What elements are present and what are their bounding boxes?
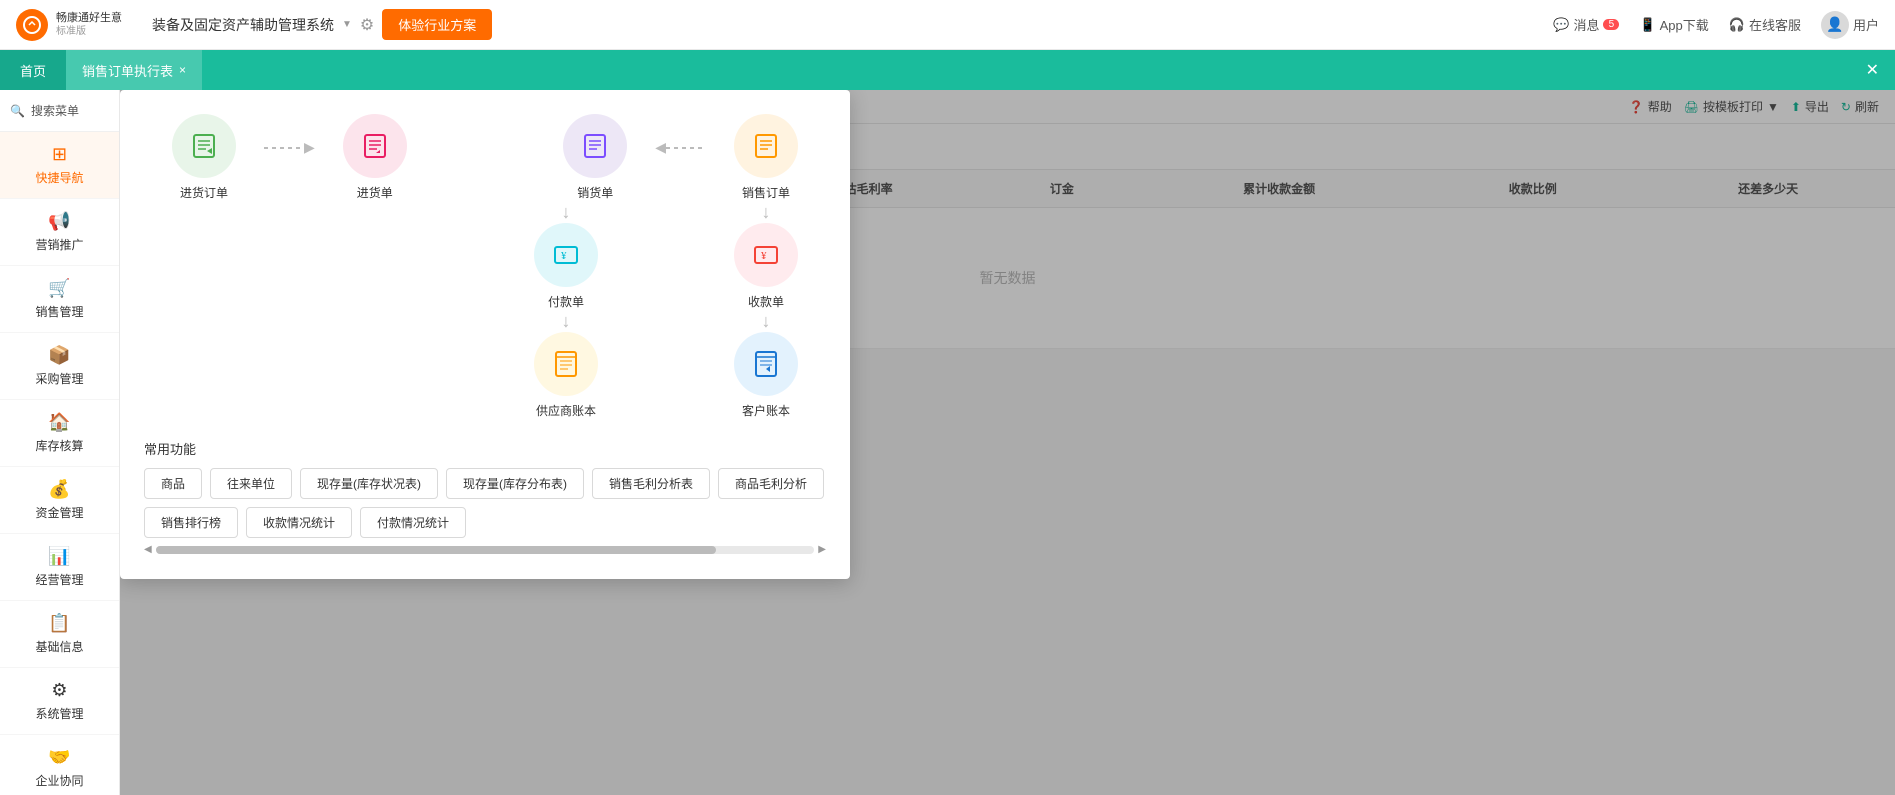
quick-nav-icon: ⊞	[52, 144, 67, 165]
modal-dialog: 进货订单 ▶ 进货单	[120, 90, 850, 579]
sidebar-item-inventory[interactable]: 🏠 库存核算	[0, 400, 119, 467]
svg-text:¥: ¥	[761, 250, 767, 262]
flow-item-sales-order: 销售订单	[706, 114, 826, 201]
flow-item-customer-ledger: 客户账本	[706, 332, 826, 419]
finance-icon: 💰	[48, 479, 70, 500]
sidebar-item-sales[interactable]: 🛒 销售管理	[0, 266, 119, 333]
flow-item-receipt: ¥ 收款单	[706, 223, 826, 310]
flow-item-purchase-bill: 进货单	[315, 114, 435, 201]
flow-section: 进货订单 ▶ 进货单	[144, 114, 826, 419]
sidebar-item-purchase[interactable]: 📦 采购管理	[0, 333, 119, 400]
sidebar-item-finance[interactable]: 💰 资金管理	[0, 467, 119, 534]
modal-overlay[interactable]: 进货订单 ▶ 进货单	[120, 90, 1895, 795]
tab-close-icon[interactable]: ×	[179, 63, 186, 77]
gear-icon[interactable]: ⚙	[360, 15, 374, 35]
business-icon: 📊	[48, 546, 70, 567]
common-btn-receipt-stats[interactable]: 收款情况统计	[246, 507, 352, 538]
common-btn-sales-rank[interactable]: 销售排行榜	[144, 507, 238, 538]
purchase-icon: 📦	[48, 345, 70, 366]
common-btn-partner[interactable]: 往来单位	[210, 468, 292, 499]
common-functions-section: 常用功能 商品 往来单位 现存量(库存状况表) 现存量(库存分布表) 销售毛利分…	[144, 439, 826, 538]
customer-ledger-circle[interactable]	[734, 332, 798, 396]
marketing-icon: 📢	[48, 211, 70, 232]
arrow-purchase-order-to-bill: ▶	[264, 139, 315, 176]
basic-icon: 📋	[48, 613, 70, 634]
sales-order-circle[interactable]	[734, 114, 798, 178]
phone-icon: 📱	[1639, 17, 1655, 33]
trial-button[interactable]: 体验行业方案	[382, 9, 492, 40]
svg-text:¥: ¥	[561, 250, 567, 262]
payment-circle[interactable]: ¥	[534, 223, 598, 287]
logo-icon	[16, 9, 48, 41]
user-action[interactable]: 👤 用户	[1821, 11, 1879, 39]
scroll-right-icon[interactable]: ▶	[818, 544, 826, 555]
sales-icon: 🛒	[48, 278, 70, 299]
common-buttons-row2: 销售排行榜 收款情况统计 付款情况统计	[144, 507, 826, 538]
sidebar-item-basic[interactable]: 📋 基础信息	[0, 601, 119, 668]
system-title-area: 装备及固定资产辅助管理系统 ▼ ⚙ 体验行业方案	[136, 9, 1553, 40]
search-icon: 🔍	[10, 104, 25, 118]
logo-area: 畅康通好生意 标准版	[16, 9, 136, 41]
common-btn-product-profit[interactable]: 商品毛利分析	[718, 468, 824, 499]
common-btn-stock-dist[interactable]: 现存量(库存分布表)	[446, 468, 584, 499]
message-action[interactable]: 💬 消息 5	[1553, 15, 1619, 34]
tab-bar: 首页 销售订单执行表 × ✕	[0, 50, 1895, 90]
flow-item-supplier-ledger: 供应商账本	[506, 332, 626, 419]
sidebar-item-business[interactable]: 📊 经营管理	[0, 534, 119, 601]
supplier-ledger-circle[interactable]	[534, 332, 598, 396]
sidebar-item-system[interactable]: ⚙ 系统管理	[0, 668, 119, 735]
receipt-circle[interactable]: ¥	[734, 223, 798, 287]
top-header: 畅康通好生意 标准版 装备及固定资产辅助管理系统 ▼ ⚙ 体验行业方案 💬 消息…	[0, 0, 1895, 50]
sidebar: 🔍 搜索菜单 ⊞ 快捷导航 📢 营销推广 🛒 销售管理 📦 采购管理 🏠 库存核…	[0, 90, 120, 795]
dropdown-icon[interactable]: ▼	[342, 19, 352, 30]
purchase-bill-circle[interactable]	[343, 114, 407, 178]
sidebar-item-quick-nav[interactable]: ⊞ 快捷导航	[0, 132, 119, 199]
system-title: 装备及固定资产辅助管理系统	[152, 15, 334, 35]
common-functions-title: 常用功能	[144, 439, 826, 458]
common-btn-product[interactable]: 商品	[144, 468, 202, 499]
message-badge: 5	[1603, 19, 1619, 30]
enterprise-icon: 🤝	[48, 747, 70, 768]
scroll-left-icon[interactable]: ◀	[144, 544, 152, 555]
flow-item-sales-bill: 销货单	[535, 114, 655, 201]
flow-item-purchase-order: 进货订单	[144, 114, 264, 201]
sidebar-item-marketing[interactable]: 📢 营销推广	[0, 199, 119, 266]
sidebar-search[interactable]: 🔍 搜索菜单	[0, 90, 119, 132]
online-service-action[interactable]: 🎧 在线客服	[1729, 15, 1801, 34]
avatar: 👤	[1821, 11, 1849, 39]
scrollbar-thumb	[156, 546, 716, 554]
headset-icon: 🎧	[1729, 17, 1745, 33]
tab-home[interactable]: 首页	[0, 50, 66, 90]
modal-scrollbar: ◀ ▶	[144, 538, 826, 555]
tab-sales-order[interactable]: 销售订单执行表 ×	[66, 50, 202, 90]
tab-bar-close-icon[interactable]: ✕	[1866, 60, 1879, 80]
content-area: ❓ 帮助 🖨 按模板打印 ▼ ⬆ 导出 ↻ 刷新 📅 ~	[120, 90, 1895, 795]
common-btn-sales-profit[interactable]: 销售毛利分析表	[592, 468, 710, 499]
message-icon: 💬	[1553, 17, 1569, 33]
header-right: 💬 消息 5 📱 App下载 🎧 在线客服 👤 用户	[1553, 11, 1879, 39]
sidebar-item-enterprise[interactable]: 🤝 企业协同	[0, 735, 119, 795]
inventory-icon: 🏠	[48, 412, 70, 433]
app-download-action[interactable]: 📱 App下载	[1639, 15, 1708, 34]
logo-text: 畅康通好生意 标准版	[56, 11, 122, 38]
flow-item-payment: ¥ 付款单	[506, 223, 626, 310]
common-buttons-row1: 商品 往来单位 现存量(库存状况表) 现存量(库存分布表) 销售毛利分析表 商品…	[144, 468, 826, 499]
system-icon: ⚙	[51, 680, 67, 701]
common-btn-stock-status[interactable]: 现存量(库存状况表)	[300, 468, 438, 499]
scrollbar-track[interactable]	[156, 546, 815, 554]
common-btn-payment-stats[interactable]: 付款情况统计	[360, 507, 466, 538]
sales-bill-circle[interactable]	[563, 114, 627, 178]
purchase-order-circle[interactable]	[172, 114, 236, 178]
main-layout: 🔍 搜索菜单 ⊞ 快捷导航 📢 营销推广 🛒 销售管理 📦 采购管理 🏠 库存核…	[0, 90, 1895, 795]
arrow-sales-order-to-bill: ◀	[655, 139, 706, 176]
